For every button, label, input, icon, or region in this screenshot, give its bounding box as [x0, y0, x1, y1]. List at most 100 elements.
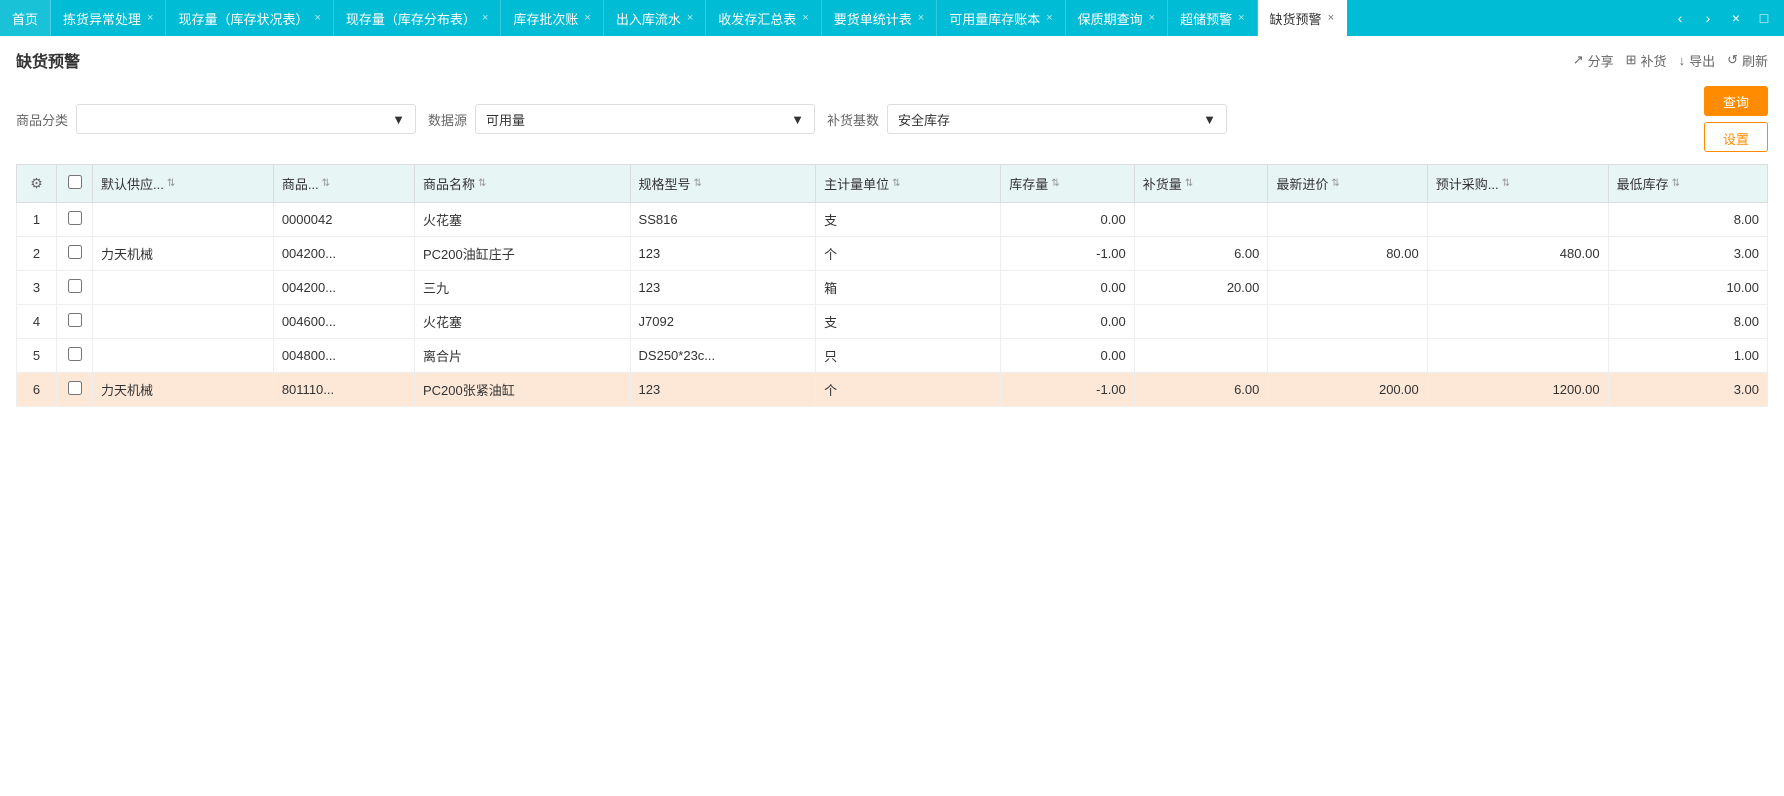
query-button[interactable]: 查询: [1704, 86, 1768, 116]
nav-tab-home[interactable]: 首页: [0, 0, 51, 36]
nav-tab-picking[interactable]: 拣货异常处理 ×: [51, 0, 166, 36]
share-button[interactable]: ↗ 分享: [1573, 51, 1614, 70]
nav-tab-order-stats[interactable]: 要货单统计表 ×: [822, 0, 937, 36]
row-select-2[interactable]: [68, 245, 82, 259]
row-stock-3: 0.00: [1001, 271, 1135, 305]
close-expiry-tab[interactable]: ×: [1149, 12, 1155, 24]
nav-tab-summary[interactable]: 收发存汇总表 ×: [706, 0, 821, 36]
row-num-2: 2: [17, 237, 57, 271]
row-stock-1: 0.00: [1001, 203, 1135, 237]
select-all-checkbox[interactable]: [68, 175, 82, 189]
refresh-button[interactable]: ↺ 刷新: [1727, 51, 1768, 70]
header-actions: ↗ 分享 ⊞ 补货 ↓ 导出 ↺ 刷新: [1573, 51, 1768, 70]
table-row: 2 力天机械 004200... PC200油缸庄子 123 个 -1.00 6…: [17, 237, 1768, 271]
row-num-4: 4: [17, 305, 57, 339]
col-min-stock[interactable]: 最低库存 ⇅: [1608, 165, 1767, 203]
row-num-5: 5: [17, 339, 57, 373]
nav-tab-flow[interactable]: 出入库流水 ×: [604, 0, 706, 36]
col-product-code[interactable]: 商品... ⇅: [273, 165, 414, 203]
row-stock-6: -1.00: [1001, 373, 1135, 407]
settings-button[interactable]: 设置: [1704, 122, 1768, 152]
row-select-5[interactable]: [68, 347, 82, 361]
nav-tab-overstock[interactable]: 超储预警 ×: [1168, 0, 1257, 36]
refresh-icon: ↺: [1727, 52, 1738, 68]
row-replenish-3: 20.00: [1134, 271, 1268, 305]
row-unit-2: 个: [816, 237, 1001, 271]
col-latest-price[interactable]: 最新进价 ⇅: [1268, 165, 1427, 203]
nav-tab-batch[interactable]: 库存批次账 ×: [501, 0, 603, 36]
close-summary-tab[interactable]: ×: [802, 12, 808, 24]
row-latest-price-3: [1268, 271, 1427, 305]
close-batch-tab[interactable]: ×: [584, 12, 590, 24]
close-stock-dist-tab[interactable]: ×: [482, 12, 488, 24]
col-replenish[interactable]: 补货量 ⇅: [1134, 165, 1268, 203]
row-select-3[interactable]: [68, 279, 82, 293]
category-label: 商品分类: [16, 110, 68, 129]
category-filter-group: 商品分类 ▼: [16, 104, 416, 134]
col-stock[interactable]: 库存量 ⇅: [1001, 165, 1135, 203]
min-stock-sort-icon: ⇅: [1672, 178, 1680, 189]
product-name-sort-icon: ⇅: [478, 178, 486, 189]
nav-tab-stock-dist[interactable]: 现存量（库存分布表） ×: [334, 0, 501, 36]
row-stock-4: 0.00: [1001, 305, 1135, 339]
unit-sort-icon: ⇅: [892, 178, 900, 189]
row-replenish-4: [1134, 305, 1268, 339]
row-checkbox-6[interactable]: [57, 373, 93, 407]
close-available-tab[interactable]: ×: [1046, 12, 1052, 24]
share-icon: ↗: [1573, 52, 1584, 68]
row-supplier-4: [93, 305, 274, 339]
nav-tab-shortage[interactable]: 缺货预警 ×: [1258, 0, 1347, 36]
col-product-name[interactable]: 商品名称 ⇅: [414, 165, 630, 203]
replenish-button[interactable]: ⊞ 补货: [1626, 51, 1667, 70]
category-select[interactable]: ▼: [76, 104, 416, 134]
close-shortage-tab[interactable]: ×: [1328, 12, 1334, 24]
row-select-4[interactable]: [68, 313, 82, 327]
col-unit[interactable]: 主计量单位 ⇅: [816, 165, 1001, 203]
row-product-name-4: 火花塞: [414, 305, 630, 339]
row-latest-price-4: [1268, 305, 1427, 339]
row-checkbox-4[interactable]: [57, 305, 93, 339]
nav-next-btn[interactable]: ›: [1696, 6, 1720, 30]
row-unit-6: 个: [816, 373, 1001, 407]
close-overstock-tab[interactable]: ×: [1238, 12, 1244, 24]
close-picking-tab[interactable]: ×: [147, 12, 153, 24]
col-spec[interactable]: 规格型号 ⇅: [630, 165, 816, 203]
row-checkbox-3[interactable]: [57, 271, 93, 305]
product-code-sort-icon: ⇅: [322, 178, 330, 189]
export-button[interactable]: ↓ 导出: [1679, 51, 1716, 70]
row-min-stock-5: 1.00: [1608, 339, 1767, 373]
row-latest-price-5: [1268, 339, 1427, 373]
row-checkbox-1[interactable]: [57, 203, 93, 237]
row-checkbox-5[interactable]: [57, 339, 93, 373]
row-select-1[interactable]: [68, 211, 82, 225]
datasource-select[interactable]: 可用量 ▼: [475, 104, 815, 134]
row-estimated-purchase-6: 1200.00: [1427, 373, 1608, 407]
close-order-stats-tab[interactable]: ×: [918, 12, 924, 24]
replenish-sort-icon: ⇅: [1185, 178, 1193, 189]
nav-maximize-btn[interactable]: □: [1752, 6, 1776, 30]
row-num-6: 6: [17, 373, 57, 407]
settings-gear-icon[interactable]: ⚙: [30, 175, 43, 191]
row-replenish-1: [1134, 203, 1268, 237]
row-checkbox-2[interactable]: [57, 237, 93, 271]
row-select-6[interactable]: [68, 381, 82, 395]
nav-close-btn[interactable]: ×: [1724, 6, 1748, 30]
table-header-row: ⚙ 默认供应... ⇅ 商品... ⇅: [17, 165, 1768, 203]
row-unit-1: 支: [816, 203, 1001, 237]
col-estimated-purchase[interactable]: 预计采购... ⇅: [1427, 165, 1608, 203]
row-product-name-5: 离合片: [414, 339, 630, 373]
replenish-base-select[interactable]: 安全库存 ▼: [887, 104, 1227, 134]
row-spec-6: 123: [630, 373, 816, 407]
nav-tab-current-stock[interactable]: 现存量（库存状况表） ×: [166, 0, 333, 36]
nav-tab-available[interactable]: 可用量库存账本 ×: [937, 0, 1065, 36]
close-flow-tab[interactable]: ×: [687, 12, 693, 24]
col-settings[interactable]: ⚙: [17, 165, 57, 203]
nav-tab-expiry[interactable]: 保质期查询 ×: [1066, 0, 1168, 36]
stock-sort-icon: ⇅: [1051, 178, 1059, 189]
table-row: 3 004200... 三九 123 箱 0.00 20.00 10.00: [17, 271, 1768, 305]
row-product-name-3: 三九: [414, 271, 630, 305]
close-current-stock-tab[interactable]: ×: [314, 12, 320, 24]
nav-prev-btn[interactable]: ‹: [1668, 6, 1692, 30]
col-supplier[interactable]: 默认供应... ⇅: [93, 165, 274, 203]
row-num-3: 3: [17, 271, 57, 305]
